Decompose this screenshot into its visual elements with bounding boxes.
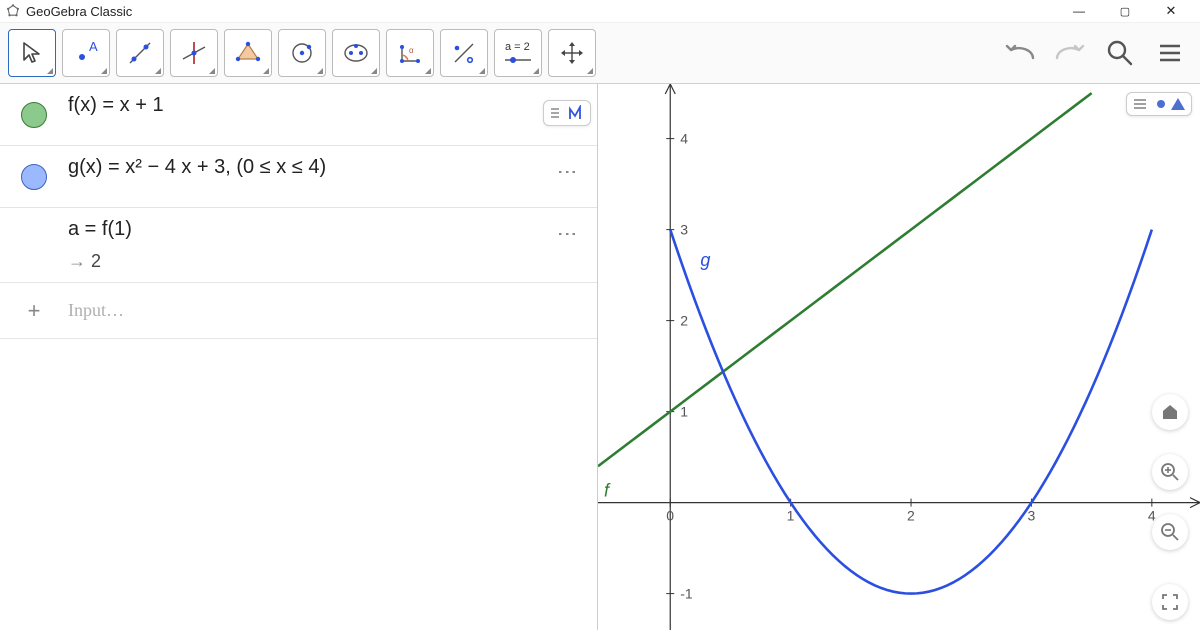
tool-perpendicular[interactable] (170, 29, 218, 77)
algebra-item[interactable]: a = f(1) → 2 (0, 208, 597, 283)
zoom-in-button[interactable] (1152, 454, 1188, 490)
algebra-input[interactable] (68, 300, 597, 321)
tool-point[interactable]: A (62, 29, 110, 77)
visibility-marble[interactable] (21, 164, 47, 190)
plot-canvas[interactable]: 01234-11234fg (598, 84, 1200, 630)
window-title: GeoGebra Classic (26, 4, 132, 19)
redo-button[interactable] (1048, 31, 1092, 75)
svg-text:2: 2 (680, 313, 688, 329)
toolbar: A α a = 2 (0, 22, 1200, 84)
svg-text:-1: -1 (680, 586, 693, 602)
tool-move[interactable] (8, 29, 56, 77)
tool-slider[interactable]: a = 2 (494, 29, 542, 77)
tool-move-view[interactable] (548, 29, 596, 77)
visibility-marble[interactable] (21, 102, 47, 128)
svg-text:α: α (409, 46, 414, 55)
point-style-icon (1157, 100, 1165, 108)
tool-circle[interactable] (278, 29, 326, 77)
shape-style-icon (1171, 98, 1185, 110)
expression-text: f(x) = x + 1 (68, 94, 545, 117)
graphics-view[interactable]: 01234-11234fg (598, 84, 1200, 630)
svg-text:a = 2: a = 2 (505, 41, 530, 53)
title-bar: GeoGebra Classic (0, 0, 1200, 22)
minimize-button[interactable] (1056, 0, 1102, 22)
result-value: 2 (91, 251, 101, 271)
close-button[interactable] (1148, 0, 1194, 22)
search-button[interactable] (1098, 31, 1142, 75)
sort-objects-button[interactable] (543, 100, 591, 126)
list-icon (1133, 97, 1151, 111)
svg-text:3: 3 (1027, 508, 1035, 524)
expression-text: a = f(1) (68, 218, 545, 241)
tool-angle[interactable]: α (386, 29, 434, 77)
result-arrow-icon: → (68, 251, 91, 271)
algebra-input-row: + (0, 283, 597, 339)
algebra-view: f(x) = x + 1 g(x) = x² − 4 x + 3, (0 ≤ x… (0, 84, 598, 630)
svg-text:1: 1 (680, 404, 688, 420)
tool-ellipse[interactable] (332, 29, 380, 77)
add-input-icon[interactable]: + (0, 298, 68, 324)
svg-text:4: 4 (680, 131, 688, 147)
menu-button[interactable] (1148, 31, 1192, 75)
tool-reflect[interactable] (440, 29, 488, 77)
tool-line[interactable] (116, 29, 164, 77)
zoom-out-button[interactable] (1152, 514, 1188, 550)
home-view-button[interactable] (1152, 394, 1188, 430)
svg-text:2: 2 (907, 508, 915, 524)
fullscreen-button[interactable] (1152, 584, 1188, 620)
tool-polygon[interactable] (224, 29, 272, 77)
undo-button[interactable] (998, 31, 1042, 75)
svg-text:1: 1 (787, 508, 795, 524)
svg-text:g: g (700, 250, 710, 270)
style-bar[interactable] (1126, 92, 1192, 116)
more-options-icon[interactable] (565, 162, 569, 182)
svg-text:0: 0 (666, 508, 674, 524)
svg-text:f: f (604, 481, 611, 501)
app-logo-icon (6, 4, 20, 18)
more-options-icon[interactable] (565, 224, 569, 244)
maximize-button[interactable] (1102, 0, 1148, 22)
svg-text:3: 3 (680, 222, 688, 238)
algebra-item[interactable]: g(x) = x² − 4 x + 3, (0 ≤ x ≤ 4) (0, 146, 597, 208)
expression-text: g(x) = x² − 4 x + 3, (0 ≤ x ≤ 4) (68, 156, 545, 179)
svg-text:A: A (89, 39, 98, 54)
algebra-item[interactable]: f(x) = x + 1 (0, 84, 597, 146)
